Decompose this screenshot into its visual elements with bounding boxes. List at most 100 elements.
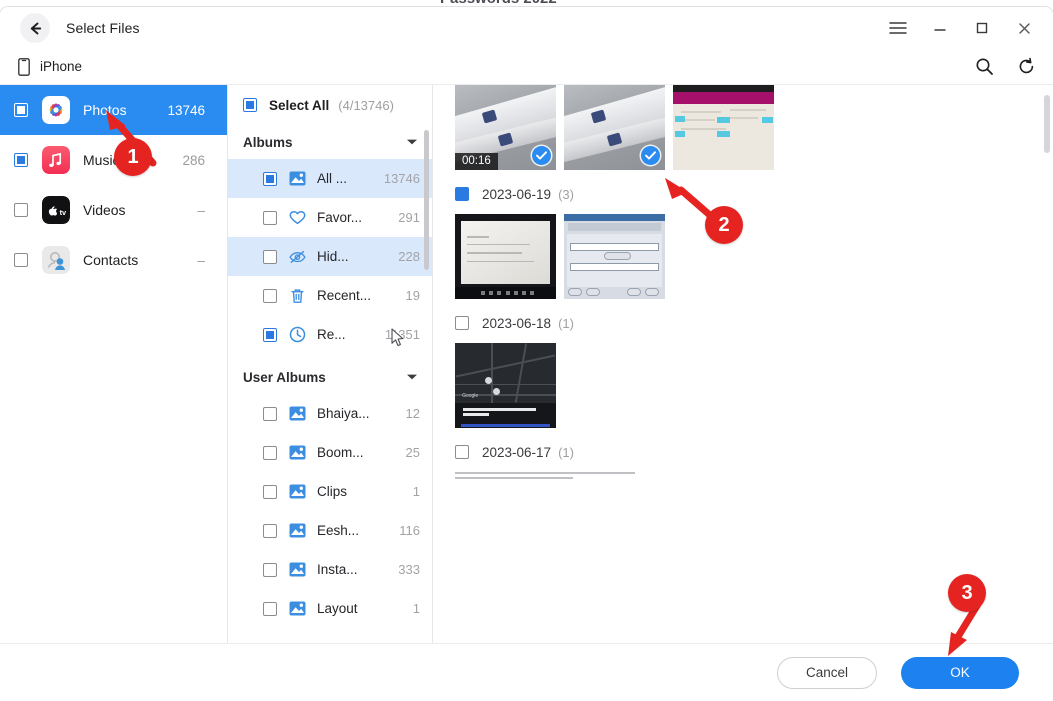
sidebar-item-videos[interactable]: tv Videos –	[0, 185, 227, 235]
date-count: (3)	[558, 186, 574, 202]
album-label: Recent...	[317, 288, 372, 303]
photo-grid: 00:16 2023-06-19 (3) 2023-06-18 (1) Goog…	[433, 85, 1053, 482]
video-duration-badge: 00:16	[455, 153, 498, 170]
album-count: 12	[405, 406, 420, 421]
photo-icon	[289, 444, 306, 461]
album-row-instagram[interactable]: Insta... 333	[228, 550, 432, 589]
select-all-checkbox[interactable]	[243, 98, 257, 112]
group-title: User Albums	[243, 369, 326, 385]
album-count: 1	[412, 484, 420, 499]
minimize-button[interactable]	[919, 7, 961, 49]
sidebar-item-photos[interactable]: Photos 13746	[0, 85, 227, 135]
album-checkbox[interactable]	[263, 484, 277, 499]
album-row-favorites[interactable]: Favor... 291	[228, 198, 432, 237]
albums-panel: Select All (4/13746) Albums All ... 1374…	[228, 85, 433, 643]
hidden-eye-icon	[289, 248, 306, 265]
album-checkbox[interactable]	[263, 523, 277, 538]
group-title: Albums	[243, 134, 293, 150]
refresh-button[interactable]	[1013, 54, 1039, 80]
album-checkbox[interactable]	[263, 562, 277, 577]
chevron-down-icon[interactable]	[406, 138, 418, 146]
maximize-button[interactable]	[961, 7, 1003, 49]
sidebar-item-count: –	[197, 202, 205, 218]
album-row-recents[interactable]: Re... 11351	[228, 315, 432, 354]
contacts-checkbox[interactable]	[14, 253, 28, 267]
photo-grid-panel: 00:16 2023-06-19 (3) 2023-06-18 (1) Goog…	[433, 85, 1053, 643]
album-checkbox[interactable]	[263, 327, 277, 342]
sidebar-item-label: Contacts	[83, 252, 139, 268]
appletv-app-icon: tv	[42, 196, 70, 224]
cancel-button[interactable]: Cancel	[777, 656, 877, 689]
thumbnail-row: Google	[455, 343, 1053, 428]
album-checkbox[interactable]	[263, 171, 277, 186]
album-row-clips[interactable]: Clips 1	[228, 472, 432, 511]
selected-check-icon[interactable]	[641, 146, 660, 165]
selected-check-icon[interactable]	[532, 146, 551, 165]
thumbnail-airplane-wing-photo[interactable]	[564, 85, 665, 170]
albums-scrollbar-thumb[interactable]	[424, 130, 429, 270]
album-checkbox[interactable]	[263, 601, 277, 616]
album-row-boomerang[interactable]: Boom... 25	[228, 433, 432, 472]
thumbnail-webpage-screenshot[interactable]	[673, 85, 774, 170]
back-button[interactable]	[20, 13, 50, 43]
close-button[interactable]	[1003, 7, 1045, 49]
album-label: Eesh...	[317, 523, 360, 538]
photo-icon	[289, 405, 306, 422]
date-group-checkbox[interactable]	[455, 316, 469, 330]
date-group-checkbox[interactable]	[455, 445, 469, 459]
sidebar-item-contacts[interactable]: Contacts –	[0, 235, 227, 285]
thumbnail-windows-dialog[interactable]	[564, 214, 665, 299]
thumbnail-text-document[interactable]	[455, 472, 645, 482]
thumbnail-airplane-wing-video[interactable]: 00:16	[455, 85, 556, 170]
thumbnail-image	[564, 214, 665, 299]
photo-icon	[289, 522, 306, 539]
album-label: Hid...	[317, 249, 349, 264]
content-scrollbar-thumb[interactable]	[1044, 95, 1050, 153]
dialog-window: Select Files iPhone Photos 13746 Music 2…	[0, 7, 1053, 701]
date-group-checkbox[interactable]	[455, 187, 469, 201]
album-row-eesh[interactable]: Eesh... 116	[228, 511, 432, 550]
thumbnail-monitor-photo[interactable]	[455, 214, 556, 299]
thumbnail-ride-map-screenshot[interactable]: Google	[455, 343, 556, 428]
sidebar-item-music[interactable]: Music 286	[0, 135, 227, 185]
album-label: Re...	[317, 327, 346, 342]
date-group-header[interactable]: 2023-06-19 (3)	[455, 178, 1053, 210]
album-checkbox[interactable]	[263, 406, 277, 421]
arrow-left-icon	[30, 22, 41, 34]
album-row-layout[interactable]: Layout 1	[228, 589, 432, 628]
videos-checkbox[interactable]	[14, 203, 28, 217]
clock-icon	[289, 326, 306, 343]
music-checkbox[interactable]	[14, 153, 28, 167]
date-group-header[interactable]: 2023-06-18 (1)	[455, 307, 1053, 339]
select-all-row[interactable]: Select All (4/13746)	[228, 85, 432, 125]
album-checkbox[interactable]	[263, 249, 277, 264]
photos-checkbox[interactable]	[14, 103, 28, 117]
ok-button[interactable]: OK	[901, 656, 1019, 689]
album-count: 13746	[383, 171, 420, 186]
category-sidebar: Photos 13746 Music 286 tv Videos – Conta…	[0, 85, 228, 643]
thumbnail-row	[455, 472, 1053, 482]
search-button[interactable]	[971, 54, 997, 80]
device-bar: iPhone	[0, 49, 1053, 84]
close-icon	[1018, 22, 1030, 34]
thumbnail-row: 00:16	[455, 85, 1053, 170]
album-checkbox[interactable]	[263, 445, 277, 460]
dialog-body: Photos 13746 Music 286 tv Videos – Conta…	[0, 84, 1053, 643]
group-header-user-albums[interactable]: User Albums	[228, 360, 432, 394]
album-count: 25	[405, 445, 420, 460]
window-controls	[877, 7, 1045, 49]
chevron-down-icon[interactable]	[406, 373, 418, 381]
group-header-albums[interactable]: Albums	[228, 125, 432, 159]
album-checkbox[interactable]	[263, 288, 277, 303]
album-row-recently-deleted[interactable]: Recent... 19	[228, 276, 432, 315]
menu-icon-button[interactable]	[877, 7, 919, 49]
titlebar: Select Files	[0, 7, 1053, 49]
album-row-bhaiya[interactable]: Bhaiya... 12	[228, 394, 432, 433]
album-row-all-photos[interactable]: All ... 13746	[228, 159, 432, 198]
album-count: 11351	[384, 327, 420, 342]
date-group-header[interactable]: 2023-06-17 (1)	[455, 436, 1053, 468]
album-checkbox[interactable]	[263, 210, 277, 225]
album-row-hidden[interactable]: Hid... 228	[228, 237, 432, 276]
photos-app-icon	[42, 96, 70, 124]
thumbnail-row	[455, 214, 1053, 299]
